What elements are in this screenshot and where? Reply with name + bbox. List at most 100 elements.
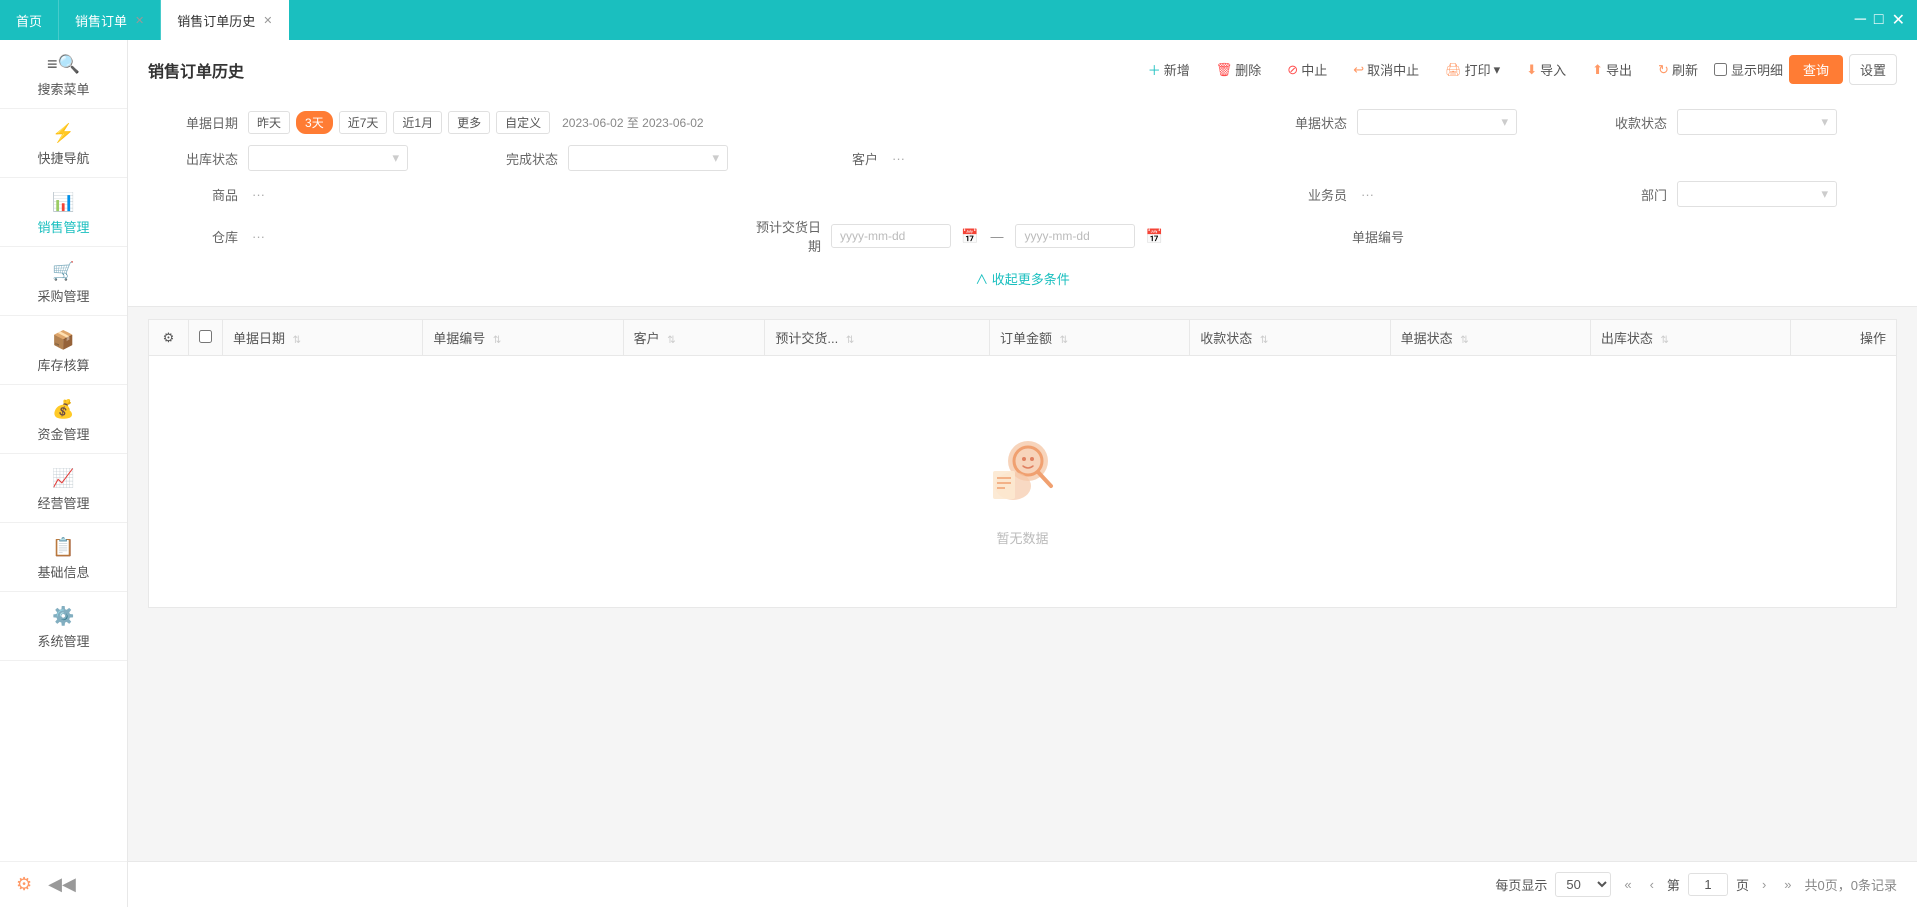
tab-home[interactable]: 首页: [0, 0, 59, 40]
minimize-icon[interactable]: ─: [1855, 11, 1866, 29]
payment-status-control: ▾: [1677, 109, 1877, 135]
table-col-out-status[interactable]: 出库状态 ⇅: [1590, 320, 1790, 356]
per-page-select[interactable]: 50 10 20 100: [1555, 872, 1611, 897]
data-table: ⚙ 单据日期 ⇅ 单据编号 ⇅ 客户: [148, 319, 1897, 608]
show-detail-input[interactable]: [1714, 63, 1727, 76]
page-number-input[interactable]: [1688, 873, 1728, 896]
table-col-amount[interactable]: 订单金额 ⇅: [990, 320, 1190, 356]
date-btn-month[interactable]: 近1月: [393, 111, 442, 134]
bill-status-dropdown-icon: ▾: [1501, 114, 1508, 130]
date-btn-more[interactable]: 更多: [448, 111, 490, 134]
customer-control: ···: [888, 151, 1877, 166]
show-detail-checkbox[interactable]: 显示明细: [1714, 60, 1783, 79]
sidebar-item-capital-mgmt[interactable]: 💰 资金管理: [0, 385, 127, 454]
delivery-date-end-calendar-icon[interactable]: 📅: [1145, 228, 1162, 245]
print-button[interactable]: 🖨 打印 ▾: [1435, 55, 1510, 84]
warehouse-more-link[interactable]: ···: [252, 229, 265, 244]
delivery-date-start[interactable]: yyyy-mm-dd: [831, 224, 951, 248]
close-icon[interactable]: ✕: [1892, 10, 1905, 30]
date-filter-control: 昨天 3天 近7天 近1月 更多 自定义 2023-06-02 至 2023-0…: [248, 111, 1237, 134]
table-col-bill-status[interactable]: 单据状态 ⇅: [1390, 320, 1590, 356]
out-status-label: 出库状态: [168, 149, 248, 168]
maximize-icon[interactable]: □: [1874, 11, 1884, 29]
payment-status-select[interactable]: ▾: [1677, 109, 1837, 135]
prev-page-button[interactable]: ‹: [1645, 874, 1659, 895]
per-page-label: 每页显示: [1495, 875, 1547, 894]
table-col-payment-status[interactable]: 收款状态 ⇅: [1190, 320, 1390, 356]
date-range-display: 2023-06-02 至 2023-06-02: [562, 114, 703, 131]
last-page-button[interactable]: »: [1779, 874, 1796, 895]
delivery-date-control: yyyy-mm-dd 📅 — yyyy-mm-dd 📅: [831, 224, 1294, 248]
delivery-date-end[interactable]: yyyy-mm-dd: [1015, 224, 1135, 248]
print-icon: 🖨: [1445, 62, 1462, 78]
inventory-icon: 📦: [52, 330, 74, 351]
date-btn-3days[interactable]: 3天: [296, 111, 333, 134]
import-button[interactable]: ⬇ 导入: [1516, 55, 1576, 84]
refresh-icon: ↻: [1658, 62, 1669, 78]
export-button[interactable]: ⬆ 导出: [1582, 55, 1642, 84]
table-col-check[interactable]: [189, 320, 223, 356]
capital-mgmt-icon: 💰: [52, 399, 74, 420]
warehouse-label: 仓库: [168, 227, 248, 246]
main-layout: ≡🔍 搜索菜单 ⚡ 快捷导航 📊 销售管理 🛒 采购管理 📦 库存核算 💰 资金…: [0, 40, 1917, 907]
refresh-button[interactable]: ↻ 刷新: [1648, 55, 1708, 84]
sidebar-collapse-icon[interactable]: ◀◀: [48, 874, 76, 895]
table-col-delivery-date[interactable]: 预计交货... ⇅: [765, 320, 990, 356]
table-col-date[interactable]: 单据日期 ⇅: [223, 320, 423, 356]
bill-status-select[interactable]: ▾: [1357, 109, 1517, 135]
sidebar-item-quick-nav[interactable]: ⚡ 快捷导航: [0, 109, 127, 178]
page-title: 销售订单历史: [148, 58, 244, 82]
table-select-all-checkbox[interactable]: [199, 330, 212, 343]
export-icon: ⬆: [1592, 62, 1603, 78]
product-more-link[interactable]: ···: [252, 187, 265, 202]
sidebar-item-basic-info[interactable]: 📋 基础信息: [0, 523, 127, 592]
date-sort-icon: ⇅: [293, 335, 301, 346]
table-col-customer[interactable]: 客户 ⇅: [623, 320, 765, 356]
filter-area: 单据日期 昨天 3天 近7天 近1月 更多 自定义 2023-06-02 至 2…: [148, 97, 1897, 306]
sidebar-item-system-mgmt[interactable]: ⚙️ 系统管理: [0, 592, 127, 661]
cancel-stop-button[interactable]: ↩ 取消中止: [1343, 55, 1429, 84]
bill-status-label: 单据状态: [1277, 113, 1357, 132]
salesperson-more-link[interactable]: ···: [1361, 187, 1374, 202]
sidebar-item-sales-mgmt[interactable]: 📊 销售管理: [0, 178, 127, 247]
tab-sales-order[interactable]: 销售订单 ✕: [59, 0, 161, 40]
filter-row-3: 商品 ··· 业务员 ··· 部门 ▾: [168, 181, 1877, 207]
window-controls: ─ □ ✕: [1855, 10, 1917, 30]
date-btn-7days[interactable]: 近7天: [339, 111, 388, 134]
delete-button[interactable]: 🗑 删除: [1206, 55, 1272, 84]
date-btn-today[interactable]: 昨天: [248, 111, 290, 134]
customer-sort-icon: ⇅: [667, 335, 675, 346]
tab-sales-order-history-close[interactable]: ✕: [263, 14, 272, 27]
filter-row-1: 单据日期 昨天 3天 近7天 近1月 更多 自定义 2023-06-02 至 2…: [168, 109, 1877, 135]
settings-button[interactable]: 设置: [1849, 54, 1897, 85]
tab-sales-order-close[interactable]: ✕: [135, 14, 144, 27]
sidebar-settings-icon[interactable]: ⚙: [16, 874, 32, 895]
table-col-action: 操作: [1791, 320, 1897, 356]
stop-button[interactable]: ⊘ 中止: [1277, 55, 1337, 84]
complete-status-dropdown-icon: ▾: [712, 150, 719, 166]
sidebar-item-inventory[interactable]: 📦 库存核算: [0, 316, 127, 385]
sidebar-item-search-menu[interactable]: ≡🔍 搜索菜单: [0, 40, 127, 109]
complete-status-select[interactable]: ▾: [568, 145, 728, 171]
delivery-date-start-calendar-icon[interactable]: 📅: [961, 228, 978, 245]
date-btn-custom[interactable]: 自定义: [496, 111, 550, 134]
table-col-settings[interactable]: ⚙: [149, 320, 189, 356]
department-select[interactable]: ▾: [1677, 181, 1837, 207]
collapse-bar[interactable]: ∧ 收起更多条件: [168, 265, 1877, 296]
customer-more-link[interactable]: ···: [892, 151, 905, 166]
toolbar: ＋ 新增 🗑 删除 ⊘ 中止 ↩ 取消中止: [1138, 54, 1897, 85]
tab-sales-order-history[interactable]: 销售订单历史 ✕: [161, 0, 289, 40]
sidebar-item-operations-mgmt[interactable]: 📈 经营管理: [0, 454, 127, 523]
new-button[interactable]: ＋ 新增: [1138, 55, 1200, 84]
page-prefix-label: 第: [1667, 875, 1680, 894]
out-status-select[interactable]: ▾: [248, 145, 408, 171]
table-col-number[interactable]: 单据编号 ⇅: [423, 320, 623, 356]
sidebar-item-purchase-mgmt[interactable]: 🛒 采购管理: [0, 247, 127, 316]
date-label: 单据日期: [168, 113, 248, 132]
sales-mgmt-icon: 📊: [52, 192, 74, 213]
next-page-button[interactable]: ›: [1757, 874, 1771, 895]
amount-sort-icon: ⇅: [1060, 335, 1068, 346]
search-menu-icon: ≡🔍: [47, 54, 80, 75]
first-page-button[interactable]: «: [1619, 874, 1636, 895]
query-button[interactable]: 查询: [1789, 55, 1843, 84]
